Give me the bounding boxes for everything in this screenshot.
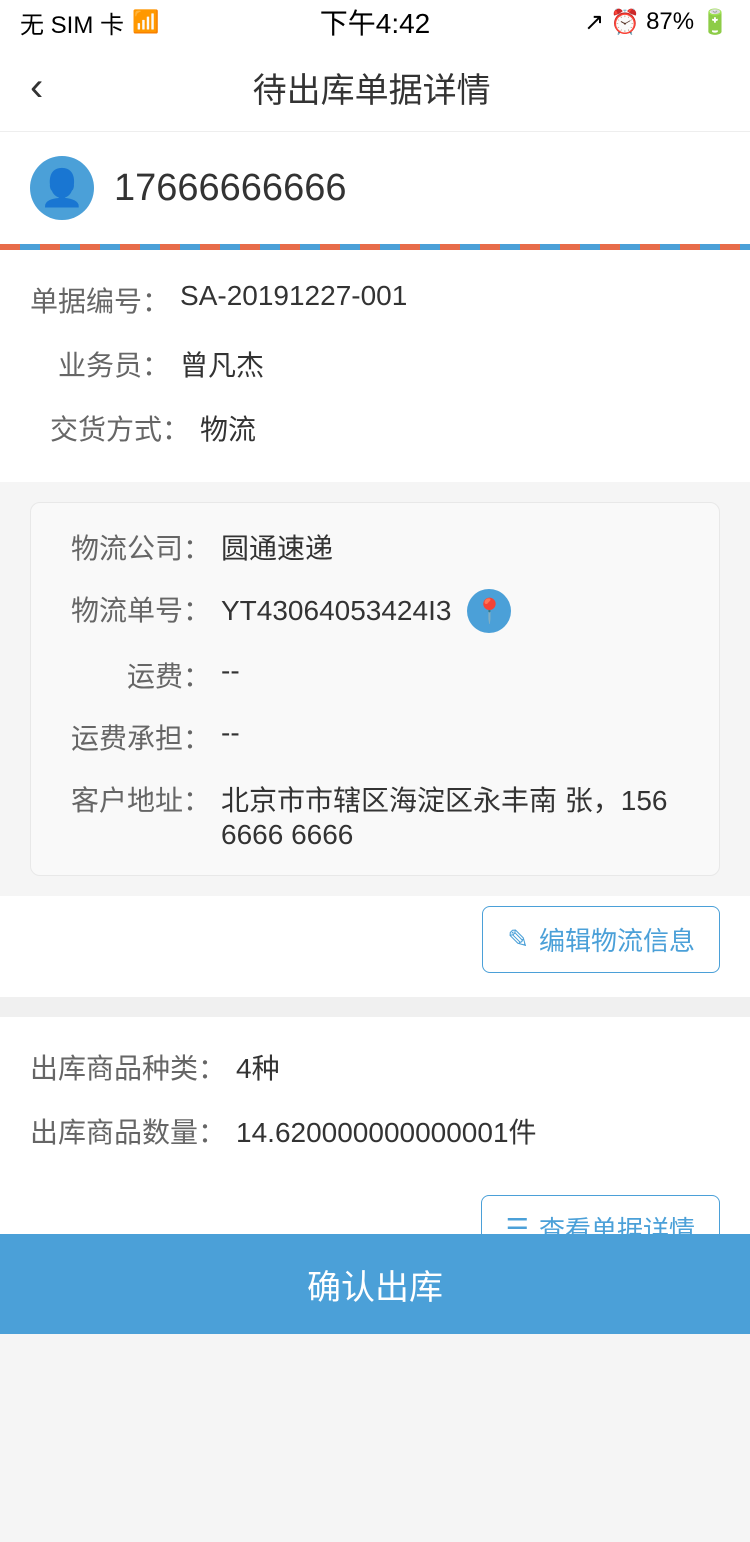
product-quantity-value: 14.620000000000001件 — [236, 1111, 537, 1151]
wifi-icon: 📶 — [132, 9, 159, 35]
freight-bearer-value: -- — [221, 717, 699, 749]
freight-bearer-label: 运费承担： — [51, 717, 211, 757]
alarm-icon: ⏰ — [610, 8, 640, 37]
edit-logistics-label: 编辑物流信息 — [539, 921, 695, 958]
page-title: 待出库单据详情 — [63, 63, 680, 112]
product-section: 出库商品种类： 4种 出库商品数量： 14.620000000000001件 — [0, 1017, 750, 1185]
order-number-value: SA-20191227-001 — [180, 280, 720, 312]
back-button[interactable]: ‹ — [30, 55, 63, 120]
edit-btn-container: ✎ 编辑物流信息 — [0, 896, 750, 997]
avatar: 👤 — [30, 156, 94, 220]
customer-phone: 17666666666 — [114, 167, 346, 210]
sales-person-row: 业务员： 曾凡杰 — [30, 344, 720, 384]
edit-icon: ✎ — [507, 924, 529, 955]
logistics-company-label: 物流公司： — [51, 527, 211, 567]
location-icon: ↗ — [584, 8, 604, 37]
status-right: ↗ ⏰ 87% 🔋 — [584, 8, 730, 37]
tracking-number: YT43064053424I3 — [221, 595, 451, 627]
logistics-company-value: 圆通速递 — [221, 527, 699, 567]
sales-person-label: 业务员： — [30, 344, 170, 384]
address-value: 北京市市辖区海淀区永丰南 张，156 6666 6666 — [221, 779, 699, 851]
tracking-label: 物流单号： — [51, 589, 211, 629]
freight-value: -- — [221, 655, 699, 687]
confirm-outbound-button[interactable]: 确认出库 — [0, 1234, 750, 1334]
freight-row: 运费： -- — [51, 655, 699, 695]
status-left: 无 SIM 卡 📶 — [20, 5, 159, 40]
product-type-row: 出库商品种类： 4种 — [30, 1047, 720, 1087]
customer-header: 👤 17666666666 — [0, 132, 750, 244]
order-number-label: 单据编号： — [30, 280, 170, 320]
freight-label: 运费： — [51, 655, 211, 695]
order-number-row: 单据编号： SA-20191227-001 — [30, 280, 720, 320]
section-divider — [0, 997, 750, 1017]
tracking-row: 物流单号： YT43064053424I3 📍 — [51, 589, 699, 633]
delivery-method-value: 物流 — [200, 408, 720, 448]
person-icon: 👤 — [40, 167, 85, 209]
tracking-value-container: YT43064053424I3 📍 — [221, 589, 699, 633]
confirm-outbound-label: 确认出库 — [307, 1260, 443, 1309]
nav-bar: ‹ 待出库单据详情 — [0, 44, 750, 132]
logistics-card: 物流公司： 圆通速递 物流单号： YT43064053424I3 📍 运费： -… — [30, 502, 720, 876]
delivery-method-label: 交货方式： — [30, 408, 190, 448]
logistics-company-row: 物流公司： 圆通速递 — [51, 527, 699, 567]
battery-text: 87% — [646, 8, 694, 36]
carrier-text: 无 SIM 卡 — [20, 5, 124, 40]
location-pin-button[interactable]: 📍 — [467, 589, 511, 633]
order-info-section: 单据编号： SA-20191227-001 业务员： 曾凡杰 交货方式： 物流 — [0, 250, 750, 482]
product-type-label: 出库商品种类： — [30, 1047, 226, 1087]
product-quantity-row: 出库商品数量： 14.620000000000001件 — [30, 1111, 720, 1151]
status-bar: 无 SIM 卡 📶 下午4:42 ↗ ⏰ 87% 🔋 — [0, 0, 750, 44]
freight-bearer-row: 运费承担： -- — [51, 717, 699, 757]
sales-person-value: 曾凡杰 — [180, 344, 720, 384]
battery-icon: 🔋 — [700, 8, 730, 37]
address-label: 客户地址： — [51, 779, 211, 819]
address-row: 客户地址： 北京市市辖区海淀区永丰南 张，156 6666 6666 — [51, 779, 699, 851]
status-time: 下午4:42 — [320, 2, 431, 42]
map-pin-icon: 📍 — [474, 597, 504, 626]
product-type-value: 4种 — [236, 1047, 280, 1087]
product-quantity-label: 出库商品数量： — [30, 1111, 226, 1151]
delivery-method-row: 交货方式： 物流 — [30, 408, 720, 448]
edit-logistics-button[interactable]: ✎ 编辑物流信息 — [482, 906, 720, 973]
